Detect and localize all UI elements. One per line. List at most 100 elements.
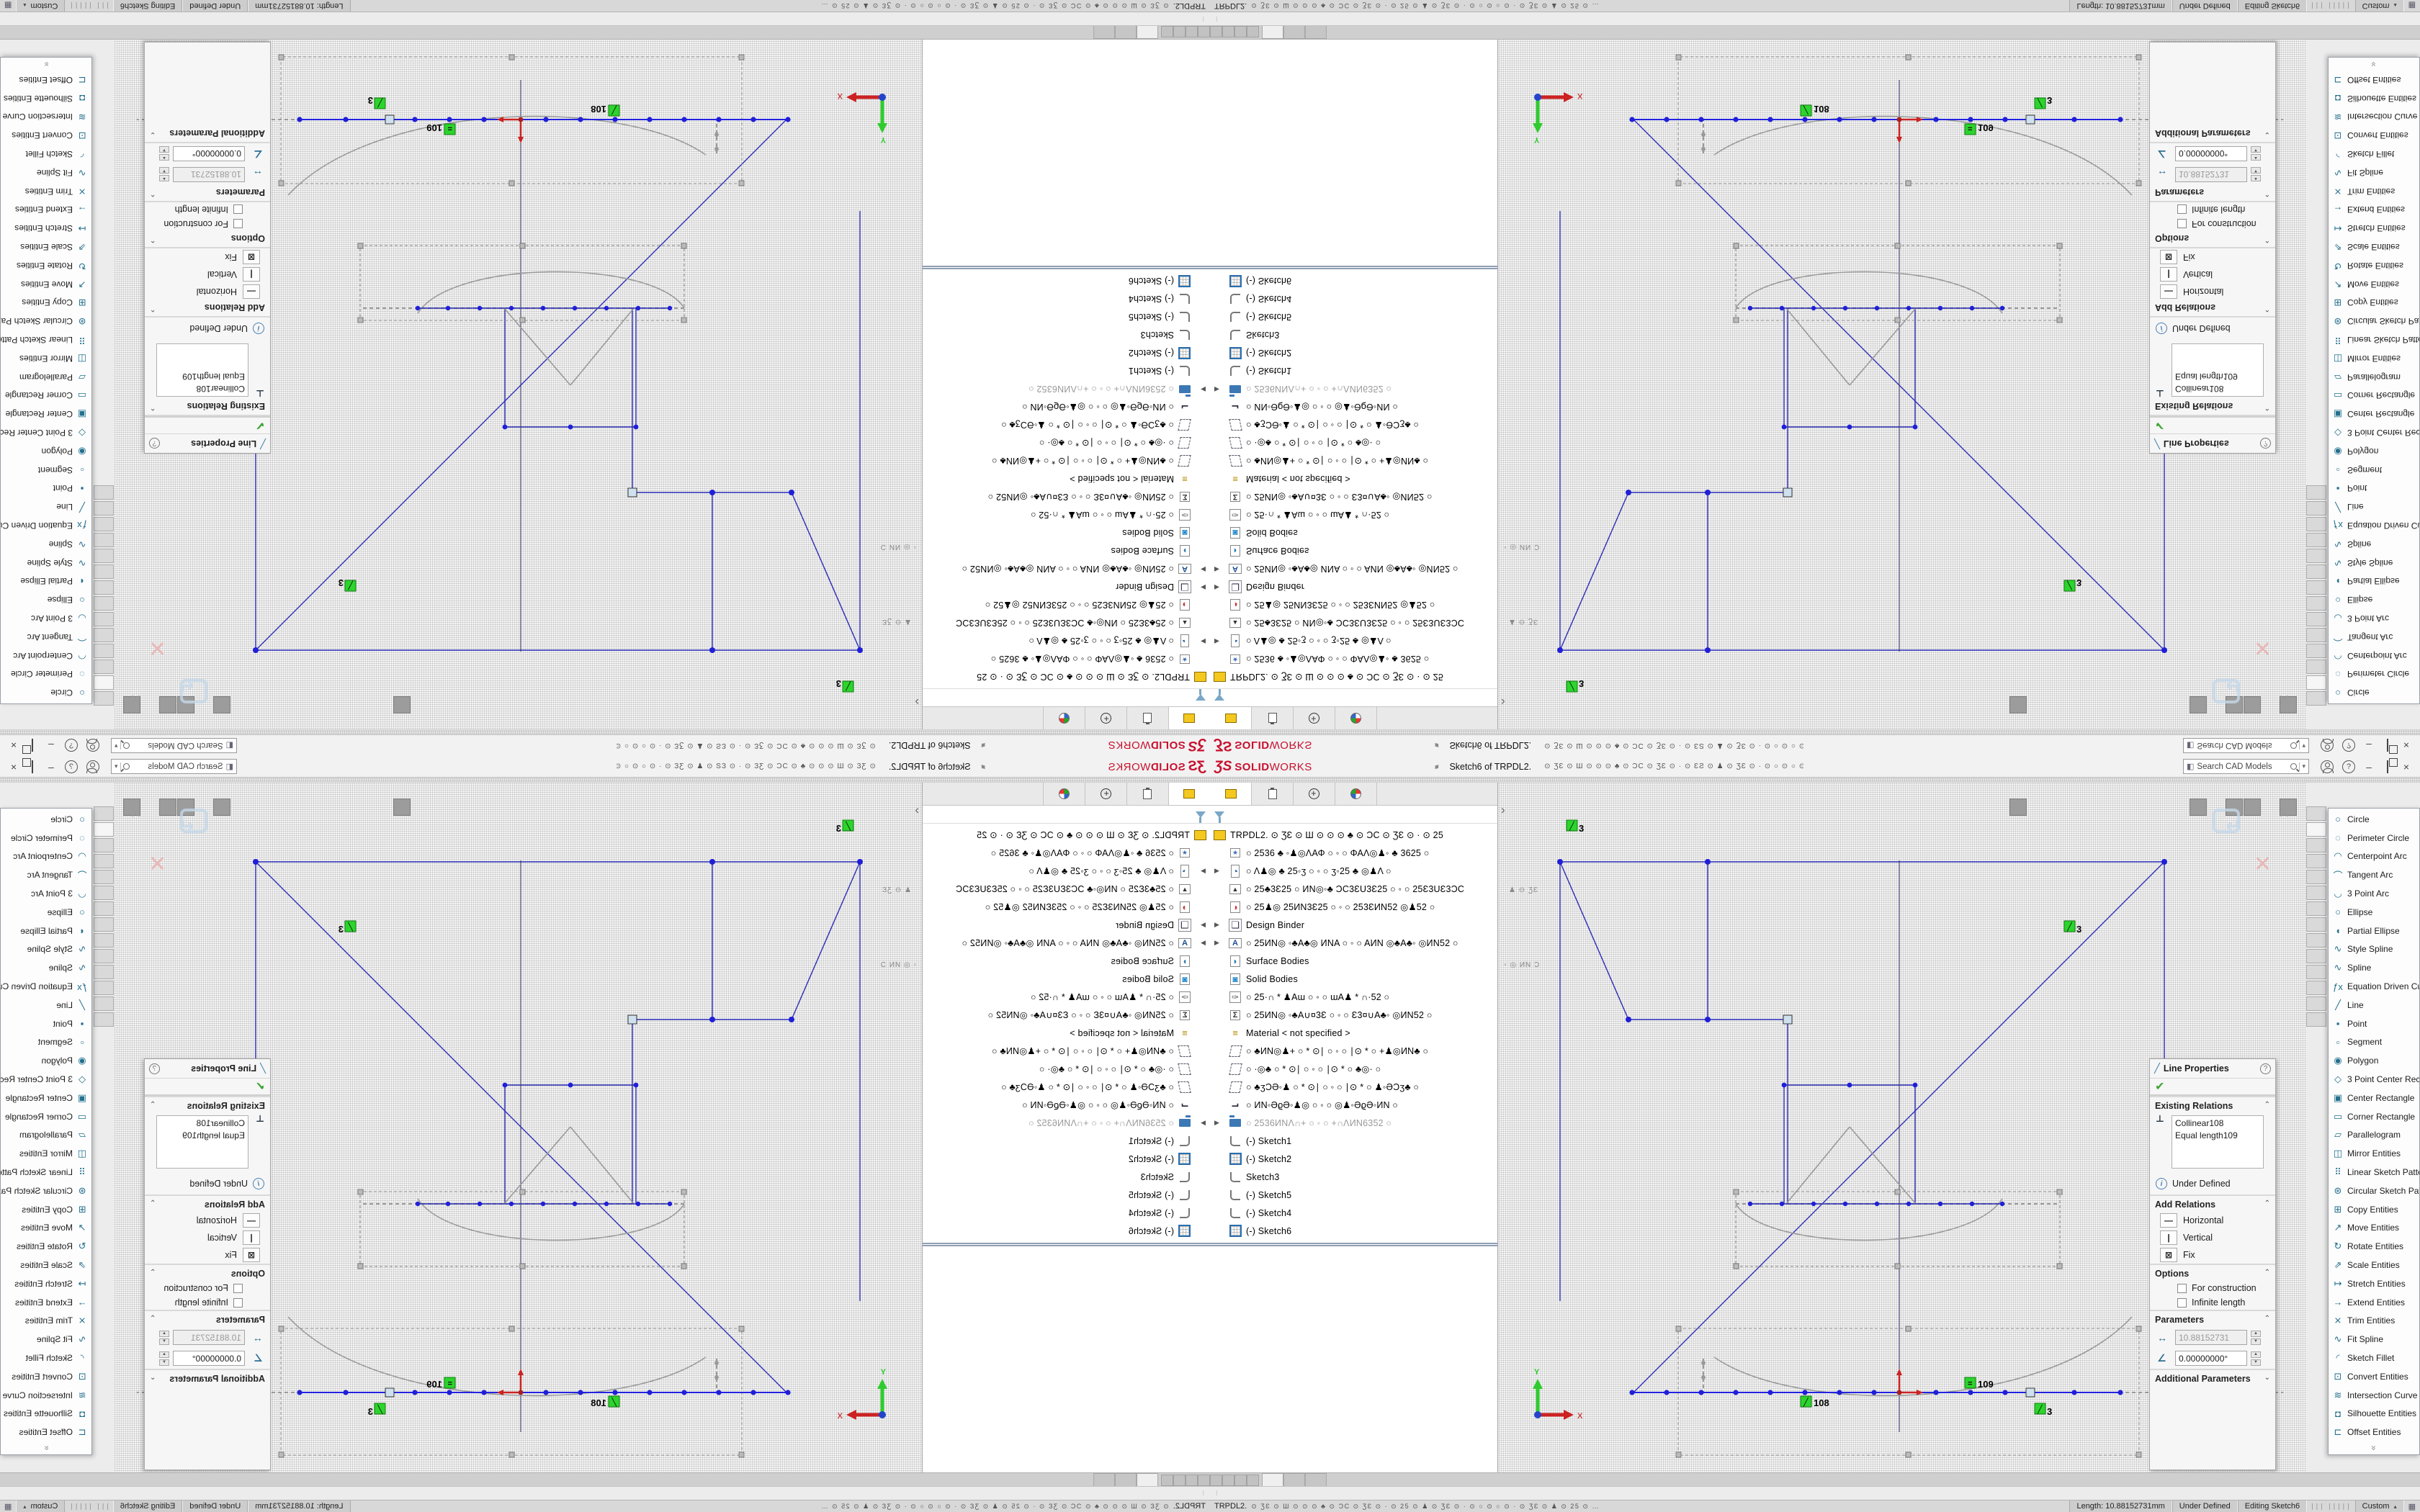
- tool-menu-item[interactable]: ⊞ Copy Entities: [1, 1200, 91, 1219]
- tree-item[interactable]: ▶ Design Binder: [1210, 916, 1497, 934]
- collapse-icon[interactable]: ⌃: [150, 1200, 156, 1210]
- tool-menu-item[interactable]: ∿ Spline: [1, 958, 91, 977]
- relation-badge-equal[interactable]: = 109: [1965, 122, 1994, 135]
- keyboard-icon[interactable]: ▦: [2404, 1502, 2420, 1511]
- tree-item[interactable]: ○ 25♣3Ɛ25 ○ ИN◎◦♣ ƆC3ƐU3Ɛ25 ○ ◦ ○ 25Ɛ3UƐ…: [1210, 614, 1497, 632]
- tab-nav-button[interactable]: [1222, 26, 1234, 37]
- expand-arrow-icon[interactable]: ▶: [1197, 565, 1206, 573]
- command-tab[interactable]: [2306, 933, 2326, 948]
- relation-badge-equal[interactable]: = 109: [426, 122, 455, 135]
- sketch-ellipse-arc[interactable]: [1736, 1199, 2002, 1241]
- tree-item[interactable]: ○ ♣ИN◎♟+ ○ * ⊙∣ ○ ◦ ○ ∣⊙ * ○ +♟◎ИN♣ ○: [1210, 1042, 1497, 1060]
- rollback-bar[interactable]: [923, 1243, 1210, 1246]
- document-tab[interactable]: [1262, 26, 1283, 39]
- tree-item[interactable]: ○ ♣ʒƆƏ◦♟ ○ * ⊙∣ ○ ◦ ○ ∣⊙ * ○ ♟◦ƏƆʒ♣ ○: [1210, 416, 1497, 434]
- relation-badge-3[interactable]: ╱ 3: [836, 820, 853, 834]
- tree-item[interactable]: (-) Sketch1: [1210, 1132, 1497, 1150]
- pin-icon[interactable]: ♦: [1432, 761, 1443, 773]
- tree-item[interactable]: TRPDL2. ⊙ ƷƐ ⊙ Ш ⊙ ⊙ ⊙ ♣ ⊙ ƆC ⊙ ƷƐ ⊙ · ⊙…: [1210, 668, 1497, 686]
- units-selector[interactable]: Custom▴: [2355, 0, 2404, 12]
- toolbar-grip[interactable]: ⁞: [1203, 1490, 1204, 1497]
- relations-listbox[interactable]: Collinear108 Equal length109: [156, 1115, 248, 1169]
- tab-nav-button[interactable]: [1198, 1475, 1210, 1486]
- relation-item[interactable]: Equal length109: [160, 1130, 245, 1142]
- endpoint-handle[interactable]: [385, 1388, 394, 1397]
- close-button[interactable]: ×: [4, 740, 23, 752]
- command-tab[interactable]: [2306, 644, 2326, 658]
- tool-menu-item[interactable]: ◡ 3 Point Arc: [1, 884, 91, 903]
- tool-menu-item[interactable]: ⌒ Tangent Arc: [2329, 628, 2419, 647]
- tool-menu-item[interactable]: ▣ Center Rectangle: [2329, 405, 2419, 423]
- tool-menu-item[interactable]: ◌ Perimeter Circle: [1, 829, 91, 847]
- ok-button[interactable]: ✔: [256, 418, 265, 433]
- tool-menu-item[interactable]: ▱ Parallelogram: [2329, 1126, 2419, 1145]
- tool-menu-item[interactable]: ◠ Centerpoint Arc: [2329, 647, 2419, 665]
- document-tab[interactable]: [1283, 26, 1305, 39]
- length-field[interactable]: 10.88152731: [2175, 1330, 2247, 1345]
- tool-menu-item[interactable]: ↦ Stretch Entities: [2329, 219, 2419, 238]
- tree-item[interactable]: ○ ИN◦ƏϱƏ◦♟◎ ○ ◦ ○ ◎♟◦ƏϱƏ◦ИN ○: [1210, 1096, 1497, 1114]
- tree-item[interactable]: ▶ Design Binder: [1210, 578, 1497, 596]
- relation-badge-collinear[interactable]: ╱ 108: [1801, 104, 1829, 116]
- collapse-icon[interactable]: ⌃: [2264, 233, 2270, 243]
- tool-menu-item[interactable]: ↗ Move Entities: [1, 1219, 91, 1238]
- length-field[interactable]: 10.88152731: [173, 167, 245, 182]
- collapse-icon[interactable]: ⌃: [2264, 1101, 2270, 1111]
- relation-badge-3[interactable]: ╱ 3: [368, 1403, 385, 1417]
- tab-propertymanager[interactable]: [1252, 783, 1294, 805]
- help-icon[interactable]: ?: [149, 438, 160, 449]
- tool-menu-item[interactable]: ○ Circle: [2329, 810, 2419, 829]
- close-button[interactable]: ×: [4, 761, 23, 773]
- tab-nav-button[interactable]: [1234, 26, 1247, 37]
- tool-menu-item[interactable]: ▱ Parallelogram: [1, 368, 91, 387]
- tree-filter[interactable]: [923, 688, 1210, 706]
- tool-menu-item[interactable]: ○ Ellipse: [1, 590, 91, 609]
- for-construction-checkbox[interactable]: [233, 1284, 243, 1293]
- tree-item[interactable]: (-) Sketch2: [1210, 1150, 1497, 1168]
- tool-menu-item[interactable]: ⊞ Copy Entities: [1, 293, 91, 312]
- tool-menu-item[interactable]: ◖ Partial Ellipse: [1, 922, 91, 940]
- tree-filter[interactable]: [1210, 806, 1497, 824]
- tree-item[interactable]: Surface Bodies: [923, 952, 1210, 970]
- tool-menu-item[interactable]: ◉ Polygon: [2329, 442, 2419, 461]
- tool-menu-item[interactable]: ◇ 3 Point Center Recta...: [2329, 423, 2419, 442]
- tree-item[interactable]: ○ ·◎♣ ○ * ⊙∣ ○ ◦ ○ ∣⊙ * ○ ♣◎· ○: [923, 1060, 1210, 1078]
- tool-menu-item[interactable]: ⊛ Circular Sketch Pattern: [1, 312, 91, 330]
- tree-item[interactable]: ▶ ○ Λ♟◎ ♣ 25◦ʒ ○ ◦ ○ ʒ◦25 ♣ ◎♟Λ ○: [1210, 632, 1497, 650]
- command-tab[interactable]: [94, 501, 114, 516]
- command-tab[interactable]: [94, 485, 114, 500]
- relation-item[interactable]: Equal length109: [2175, 1130, 2260, 1142]
- tree-item[interactable]: ○ ИN◦ƏϱƏ◦♟◎ ○ ◦ ○ ◎♟◦ƏϱƏ◦ИN ○: [923, 398, 1210, 416]
- toolbar-grip[interactable]: ⁞: [1216, 1490, 1217, 1497]
- collapse-icon[interactable]: ⌃: [2264, 187, 2270, 197]
- tree-item[interactable]: (-) Sketch2: [923, 344, 1210, 362]
- document-tab[interactable]: [1137, 1473, 1158, 1486]
- tool-menu-item[interactable]: ↻ Rotate Entities: [2329, 1237, 2419, 1256]
- tree-item[interactable]: ▶ ○ 25ИN◎ ◦♣Α♣◎ ИNΑ ○ ◦ ○ ΑИN ◎♣Α♣◦ ◎ИN5…: [923, 560, 1210, 578]
- infinite-length-checkbox[interactable]: [2177, 205, 2187, 215]
- account-button[interactable]: [86, 760, 99, 773]
- tree-item[interactable]: (-) Sketch5: [923, 308, 1210, 326]
- tree-item[interactable]: (-) Sketch6: [1210, 272, 1497, 290]
- command-tab[interactable]: [94, 612, 114, 626]
- tree-item[interactable]: ○ ·◎♣ ○ * ⊙∣ ○ ◦ ○ ∣⊙ * ○ ♣◎· ○: [1210, 434, 1497, 452]
- expand-arrow-icon[interactable]: ▶: [1197, 385, 1206, 393]
- horizontal-relation-button[interactable]: —: [2160, 284, 2177, 299]
- tab-configurationmanager[interactable]: [1085, 707, 1126, 729]
- tree-item[interactable]: ○ 25·∩ * ♟Αɯ ○ ◦ ○ ɯΑ♟ * ∩·52 ○: [1210, 506, 1497, 524]
- tool-menu-item[interactable]: ⇗ Scale Entities: [2329, 238, 2419, 256]
- tool-menu-item[interactable]: ⊡ Convert Entities: [1, 1367, 91, 1386]
- tool-menu-item[interactable]: ∿ Spline: [2329, 535, 2419, 554]
- sketch-ellipse-arc[interactable]: [418, 271, 684, 313]
- expand-arrow-icon[interactable]: ▶: [1214, 867, 1223, 875]
- relation-badge-equal[interactable]: = 109: [426, 1377, 455, 1390]
- search-dropdown-icon[interactable]: ▾: [2299, 762, 2305, 770]
- fix-relation-button[interactable]: ⊠: [2160, 1248, 2177, 1262]
- restore-button[interactable]: [23, 740, 42, 752]
- tool-menu-item[interactable]: ↻ Rotate Entities: [1, 1237, 91, 1256]
- tool-menu-item[interactable]: ○ Ellipse: [1, 903, 91, 922]
- angle-field[interactable]: 0.00000000°: [2175, 1351, 2247, 1366]
- tool-menu-item[interactable]: ∿ Spline: [1, 535, 91, 554]
- relation-badge-3[interactable]: ╱ 3: [339, 921, 356, 935]
- search-input[interactable]: ◧ Search CAD Models ▾: [2183, 759, 2309, 774]
